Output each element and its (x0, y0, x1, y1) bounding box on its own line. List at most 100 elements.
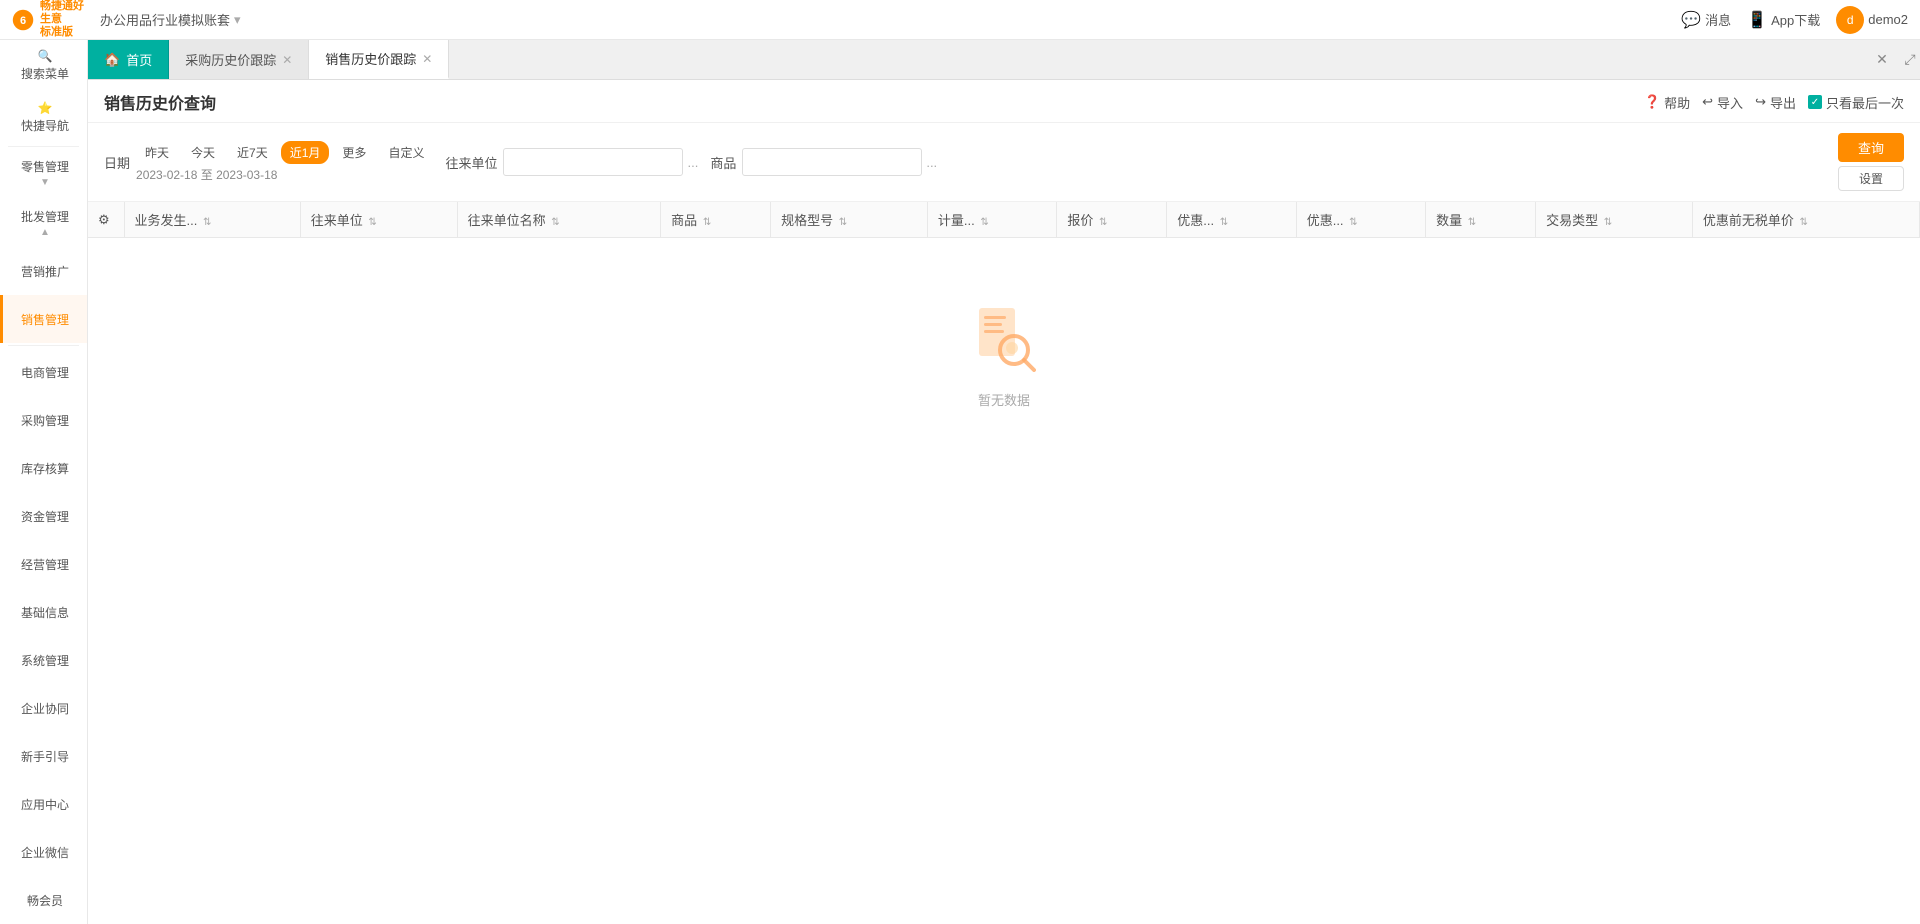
tab-close-sales[interactable]: ✕ (422, 52, 432, 66)
sidebar-item-guide[interactable]: 新手引导 (0, 732, 87, 780)
sort-icon-tax-price[interactable]: ⇅ (1800, 217, 1808, 228)
th-discount2: 优惠... ⇅ (1296, 202, 1425, 238)
table-area: ⚙ 业务发生... ⇅ 往来单位 ⇅ 往来单位名称 (88, 202, 1920, 924)
sort-icon-quoted-price[interactable]: ⇅ (1099, 217, 1107, 228)
sidebar-item-apps[interactable]: 应用中心 (0, 780, 87, 828)
import-button[interactable]: ↩ 导入 (1702, 93, 1743, 112)
home-icon: 🏠 (104, 52, 120, 68)
logo: 6 畅捷通好生意 标准版 (12, 0, 92, 39)
date-filter-label: 日期 (104, 153, 130, 172)
filter-row: 日期 昨天 今天 近7天 近1月 更多 自定义 2023-02-18 至 202… (104, 141, 1822, 183)
goods-dots[interactable]: ... (926, 155, 937, 170)
tab-sales-history[interactable]: 销售历史价跟踪 ✕ (309, 40, 449, 79)
sidebar-item-operations[interactable]: 经营管理 (0, 540, 87, 588)
sort-icon-partner-name[interactable]: ⇅ (551, 217, 559, 228)
th-quoted-price: 报价 ⇅ (1057, 202, 1167, 238)
tab-home[interactable]: 🏠 首页 (88, 40, 169, 79)
close-window-button[interactable]: ✕ (1872, 50, 1892, 70)
dropdown-icon[interactable]: ▾ (234, 12, 241, 28)
yesterday-btn[interactable]: 昨天 (136, 141, 178, 164)
help-button[interactable]: ❓ 帮助 (1644, 93, 1690, 112)
custom-btn[interactable]: 自定义 (379, 141, 433, 164)
sidebar-item-member[interactable]: 畅会员 (0, 876, 87, 924)
today-btn[interactable]: 今天 (182, 141, 224, 164)
sort-icon-biz-date[interactable]: ⇅ (203, 217, 211, 228)
main-layout: 🔍 搜索菜单 ⭐ 快捷导航 零售管理 ▼ 批发管理 ▲ 营销推广 销售管理 电商… (0, 40, 1920, 924)
svg-text:6: 6 (20, 14, 26, 26)
page-actions: ❓ 帮助 ↩ 导入 ↪ 导出 ✓ 只看最后一次 (1644, 93, 1904, 112)
avatar: d (1836, 6, 1864, 34)
sidebar-item-system[interactable]: 系统管理 (0, 636, 87, 684)
import-icon: ↩ (1702, 94, 1713, 110)
sort-icon-unit[interactable]: ⇅ (980, 217, 988, 228)
date-buttons: 昨天 今天 近7天 近1月 更多 自定义 (136, 141, 433, 164)
query-button[interactable]: 查询 (1838, 133, 1904, 162)
sidebar-item-wechat[interactable]: 企业微信 (0, 828, 87, 876)
checkbox-icon: ✓ (1808, 95, 1822, 109)
message-button[interactable]: 💬 消息 (1681, 10, 1731, 30)
shortcut-icon: ⭐ (38, 101, 53, 115)
tab-bar: 🏠 首页 采购历史价跟踪 ✕ 销售历史价跟踪 ✕ ✕ ⤢ (88, 40, 1920, 80)
last7-btn[interactable]: 近7天 (228, 141, 277, 164)
settings-icon[interactable]: ⚙ (98, 212, 110, 227)
export-button[interactable]: ↪ 导出 (1755, 93, 1796, 112)
goods-input[interactable] (742, 148, 922, 176)
export-icon: ↪ (1755, 94, 1766, 110)
empty-text: 暂无数据 (978, 390, 1030, 409)
tab-spacer (449, 40, 1864, 79)
sidebar-item-finance[interactable]: 资金管理 (0, 492, 87, 540)
sidebar-item-marketing[interactable]: 营销推广 (0, 247, 87, 295)
sidebar-divider-2 (8, 345, 79, 346)
sort-icon-quantity[interactable]: ⇅ (1468, 217, 1476, 228)
sidebar-item-shortcut[interactable]: ⭐ 快捷导航 (0, 92, 87, 144)
th-goods: 商品 ⇅ (661, 202, 771, 238)
top-bar: 6 畅捷通好生意 标准版 办公用品行业模拟账套 ▾ 💬 消息 📱 App下载 d… (0, 0, 1920, 40)
last1m-btn[interactable]: 近1月 (281, 141, 330, 164)
partner-input-wrap: ... (503, 148, 698, 176)
sidebar-item-ecommerce[interactable]: 电商管理 (0, 348, 87, 396)
th-partner-name: 往来单位名称 ⇅ (457, 202, 661, 238)
top-title: 办公用品行业模拟账套 ▾ (100, 10, 1673, 29)
empty-icon (964, 298, 1044, 378)
th-spec: 规格型号 ⇅ (771, 202, 928, 238)
date-range-text: 2023-02-18 至 2023-03-18 (136, 166, 433, 183)
maximize-window-button[interactable]: ⤢ (1900, 50, 1920, 70)
chevron-down-icon: ▼ (40, 177, 50, 188)
partner-filter-group: 往来单位 ... (445, 148, 698, 176)
sort-icon-discount2[interactable]: ⇅ (1349, 217, 1357, 228)
sort-icon-partner-code[interactable]: ⇅ (368, 217, 376, 228)
sort-icon-spec[interactable]: ⇅ (839, 217, 847, 228)
sort-icon-discount1[interactable]: ⇅ (1220, 217, 1228, 228)
table-header: ⚙ 业务发生... ⇅ 往来单位 ⇅ 往来单位名称 (88, 202, 1920, 238)
data-table: ⚙ 业务发生... ⇅ 往来单位 ⇅ 往来单位名称 (88, 202, 1920, 238)
sidebar-item-retail[interactable]: 零售管理 ▼ (0, 149, 87, 198)
sidebar: 🔍 搜索菜单 ⭐ 快捷导航 零售管理 ▼ 批发管理 ▲ 营销推广 销售管理 电商… (0, 40, 88, 924)
goods-filter-group: 商品 ... (710, 148, 937, 176)
tab-purchase-history[interactable]: 采购历史价跟踪 ✕ (169, 40, 309, 79)
partner-input[interactable] (503, 148, 683, 176)
last-only-checkbox[interactable]: ✓ 只看最后一次 (1808, 93, 1904, 112)
partner-filter-label: 往来单位 (445, 153, 497, 172)
more-btn[interactable]: 更多 (333, 141, 375, 164)
sidebar-item-inventory[interactable]: 库存核算 (0, 444, 87, 492)
page-title: 销售历史价查询 (104, 90, 216, 114)
sidebar-item-purchase[interactable]: 采购管理 (0, 396, 87, 444)
setting-button[interactable]: 设置 (1838, 166, 1904, 191)
partner-dots[interactable]: ... (687, 155, 698, 170)
tab-close-purchase[interactable]: ✕ (282, 53, 292, 67)
sidebar-divider (8, 146, 79, 147)
window-controls: ✕ ⤢ (1872, 40, 1920, 79)
sidebar-item-wholesale[interactable]: 批发管理 ▲ (0, 198, 87, 247)
chevron-up-icon: ▲ (40, 227, 50, 238)
sidebar-item-search[interactable]: 🔍 搜索菜单 (0, 40, 87, 92)
sort-icon-deal-type[interactable]: ⇅ (1604, 217, 1612, 228)
th-discount1: 优惠... ⇅ (1167, 202, 1296, 238)
app-download-button[interactable]: 📱 App下载 (1747, 10, 1820, 30)
sidebar-item-enterprise[interactable]: 企业协同 (0, 684, 87, 732)
sidebar-item-basic[interactable]: 基础信息 (0, 588, 87, 636)
sidebar-item-sales[interactable]: 销售管理 (0, 295, 87, 343)
logo-icon: 6 (12, 6, 34, 34)
th-quantity: 数量 ⇅ (1426, 202, 1536, 238)
user-menu[interactable]: d demo2 (1836, 6, 1908, 34)
sort-icon-goods[interactable]: ⇅ (703, 217, 711, 228)
